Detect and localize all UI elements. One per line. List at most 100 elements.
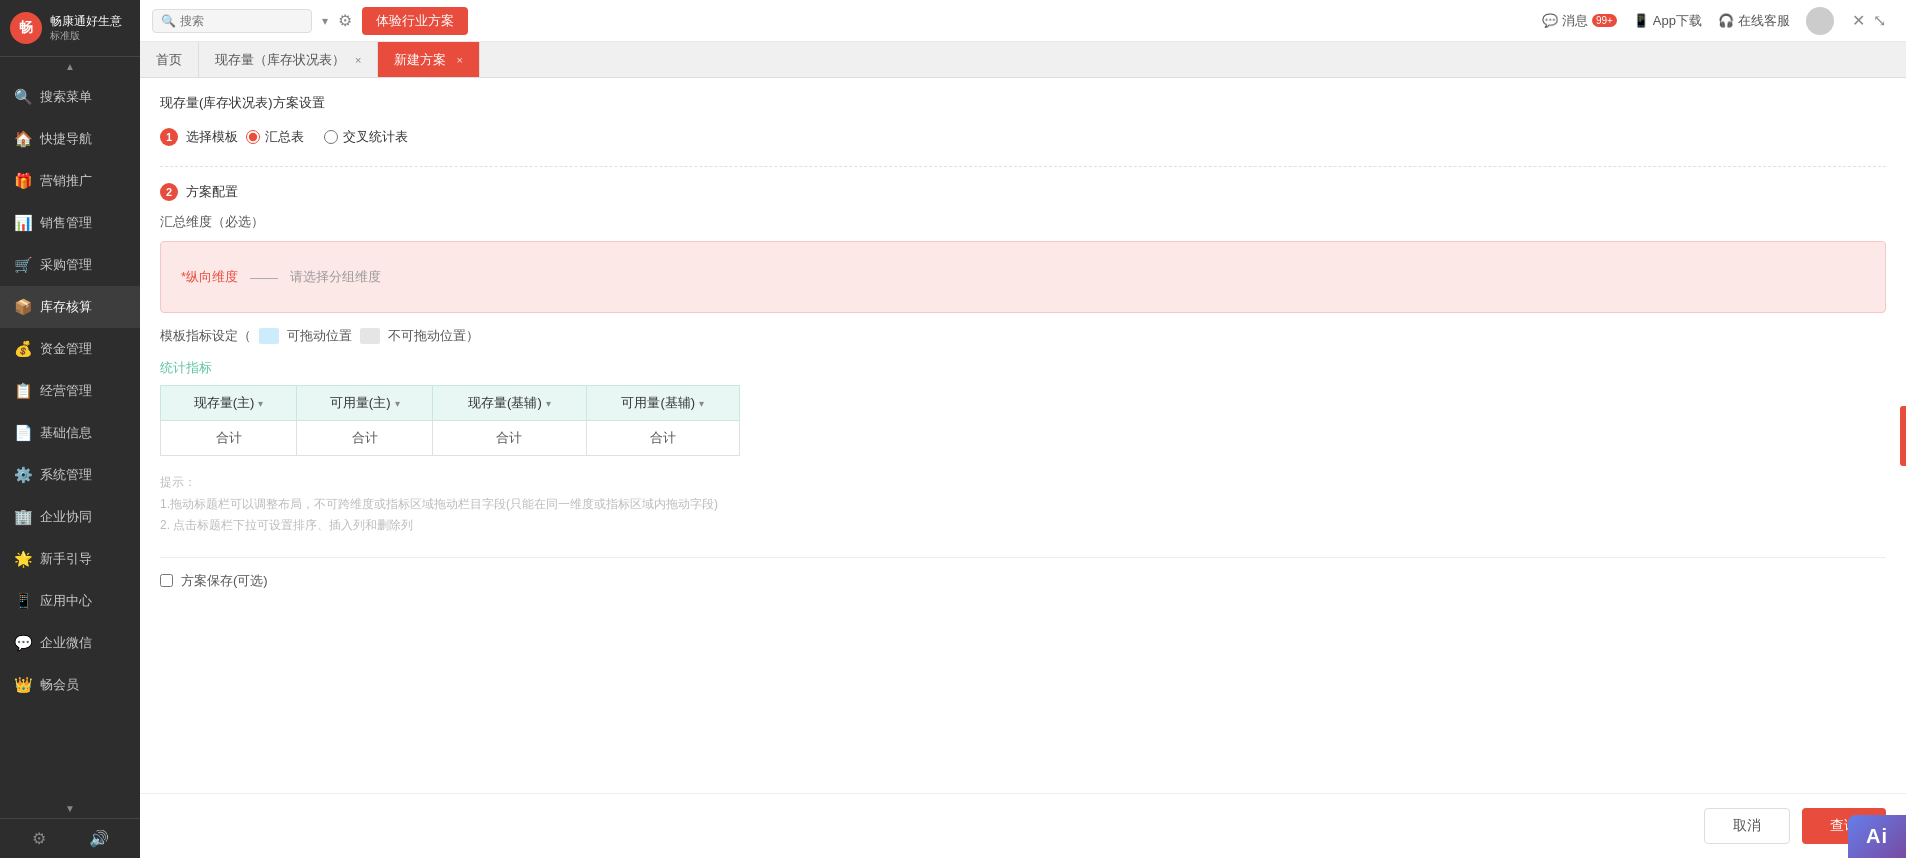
app-download-btn[interactable]: 📱 App下载 bbox=[1633, 12, 1702, 30]
sidebar-scroll-down[interactable]: ▼ bbox=[0, 799, 140, 818]
save-checkbox[interactable] bbox=[160, 574, 173, 587]
sidebar-item-search-menu[interactable]: 🔍 搜索菜单 bbox=[0, 76, 140, 118]
dimension-label: 汇总维度（必选） bbox=[160, 213, 1886, 231]
not-draggable-indicator-box bbox=[360, 328, 380, 344]
expand-window-btn[interactable]: ⤡ bbox=[1873, 11, 1886, 30]
sidebar-item-finance[interactable]: 💰 资金管理 bbox=[0, 328, 140, 370]
sidebar-item-new-guide[interactable]: 🌟 新手引导 bbox=[0, 538, 140, 580]
radio-cross-input[interactable] bbox=[324, 130, 338, 144]
col1-summary: 合计 bbox=[161, 421, 297, 456]
col2-header[interactable]: 可用量(主) ▾ bbox=[297, 386, 433, 421]
sidebar-item-app-center[interactable]: 📱 应用中心 bbox=[0, 580, 140, 622]
save-label: 方案保存(可选) bbox=[181, 572, 268, 590]
online-service-btn[interactable]: 🎧 在线客服 bbox=[1718, 12, 1790, 30]
vertical-dim-required: *纵向维度 bbox=[181, 268, 238, 286]
col4-header[interactable]: 可用量(基辅) ▾ bbox=[586, 386, 739, 421]
col3-dropdown-icon[interactable]: ▾ bbox=[546, 398, 551, 409]
divider-1 bbox=[160, 166, 1886, 167]
search-dropdown-icon[interactable]: ▾ bbox=[322, 14, 328, 28]
tab-inventory-close[interactable]: × bbox=[355, 54, 361, 66]
sidebar: 畅 畅康通好生意 标准版 ▲ 🔍 搜索菜单 🏠 快捷导航 🎁 营销推广 📊 销售… bbox=[0, 0, 140, 858]
dimension-area[interactable]: *纵向维度 —— 请选择分组维度 bbox=[160, 241, 1886, 313]
logo-text: 畅康通好生意 标准版 bbox=[50, 13, 122, 44]
stats-section: 统计指标 现存量(主) ▾ bbox=[160, 359, 1886, 456]
col1-header[interactable]: 现存量(主) ▾ bbox=[161, 386, 297, 421]
sidebar-item-management[interactable]: 📋 经营管理 bbox=[0, 370, 140, 412]
stats-summary-row: 合计 合计 合计 合计 bbox=[161, 421, 740, 456]
radio-summary[interactable]: 汇总表 bbox=[246, 128, 304, 146]
save-row: 方案保存(可选) bbox=[160, 557, 1886, 590]
col3-header-label: 现存量(基辅) bbox=[468, 394, 542, 412]
stats-label: 统计指标 bbox=[160, 359, 1886, 377]
cancel-button[interactable]: 取消 bbox=[1704, 808, 1790, 844]
col3-header[interactable]: 现存量(基辅) ▾ bbox=[433, 386, 586, 421]
topbar-right: 💬 消息 99+ 📱 App下载 🎧 在线客服 bbox=[1542, 7, 1834, 35]
sidebar-item-label: 营销推广 bbox=[40, 172, 92, 190]
tab-home[interactable]: 首页 bbox=[140, 42, 199, 77]
purchase-icon: 🛒 bbox=[14, 256, 32, 274]
sidebar-item-quick-nav[interactable]: 🏠 快捷导航 bbox=[0, 118, 140, 160]
stats-table: 现存量(主) ▾ 可用量(主) ▾ bbox=[160, 385, 740, 456]
draggable-indicator-box bbox=[259, 328, 279, 344]
trial-industry-btn[interactable]: 体验行业方案 bbox=[362, 7, 468, 35]
template-radio-group: 汇总表 交叉统计表 bbox=[246, 128, 408, 146]
audio-footer-btn[interactable]: 🔊 bbox=[89, 829, 109, 848]
sidebar-item-label: 库存核算 bbox=[40, 298, 92, 316]
sidebar-logo: 畅 畅康通好生意 标准版 bbox=[0, 0, 140, 57]
step2-section: 2 方案配置 汇总维度（必选） *纵向维度 —— 请选择分组维度 模板指标设定（… bbox=[160, 183, 1886, 537]
col4-dropdown-icon[interactable]: ▾ bbox=[699, 398, 704, 409]
enterprise-icon: 🏢 bbox=[14, 508, 32, 526]
sidebar-scroll-up[interactable]: ▲ bbox=[0, 57, 140, 76]
page-title: 现存量(库存状况表)方案设置 bbox=[160, 94, 1886, 112]
search-input[interactable] bbox=[180, 14, 303, 28]
sidebar-item-marketing[interactable]: 🎁 营销推广 bbox=[0, 160, 140, 202]
tip-2: 2. 点击标题栏下拉可设置排序、插入列和删除列 bbox=[160, 515, 1886, 537]
indicator-legend-row: 模板指标设定（ 可拖动位置 不可拖动位置） bbox=[160, 327, 1886, 345]
bottom-bar: 取消 查询 bbox=[140, 793, 1906, 858]
sidebar-item-basic-info[interactable]: 📄 基础信息 bbox=[0, 412, 140, 454]
sidebar-item-enterprise-wechat[interactable]: 💬 企业微信 bbox=[0, 622, 140, 664]
sidebar-item-label: 企业协同 bbox=[40, 508, 92, 526]
tab-new-plan[interactable]: 新建方案 × bbox=[378, 42, 479, 77]
sidebar-item-label: 企业微信 bbox=[40, 634, 92, 652]
sidebar-item-system[interactable]: ⚙️ 系统管理 bbox=[0, 454, 140, 496]
col2-header-label: 可用量(主) bbox=[330, 394, 391, 412]
search-bar[interactable]: 🔍 bbox=[152, 9, 312, 33]
col1-dropdown-icon[interactable]: ▾ bbox=[258, 398, 263, 409]
tab-inventory-status[interactable]: 现存量（库存状况表） × bbox=[199, 42, 378, 77]
sidebar-item-label: 采购管理 bbox=[40, 256, 92, 274]
user-avatar[interactable] bbox=[1806, 7, 1834, 35]
step2-header: 2 方案配置 bbox=[160, 183, 1886, 201]
radio-cross[interactable]: 交叉统计表 bbox=[324, 128, 408, 146]
step2-title: 方案配置 bbox=[186, 183, 238, 201]
settings-footer-btn[interactable]: ⚙ bbox=[32, 829, 46, 848]
messages-btn[interactable]: 💬 消息 99+ bbox=[1542, 12, 1617, 30]
tab-new-plan-close[interactable]: × bbox=[456, 54, 462, 66]
sidebar-item-vip[interactable]: 👑 畅会员 bbox=[0, 664, 140, 706]
sidebar-item-label: 系统管理 bbox=[40, 466, 92, 484]
headphone-icon: 🎧 bbox=[1718, 13, 1734, 28]
step1-header: 1 选择模板 汇总表 交叉统计表 bbox=[160, 128, 1886, 146]
ai-badge[interactable]: Ai bbox=[1848, 815, 1906, 858]
col2-dropdown-icon[interactable]: ▾ bbox=[395, 398, 400, 409]
col3-summary: 合计 bbox=[433, 421, 586, 456]
system-icon: ⚙️ bbox=[14, 466, 32, 484]
sidebar-item-inventory[interactable]: 📦 库存核算 bbox=[0, 286, 140, 328]
right-panel-handle[interactable] bbox=[1900, 406, 1906, 466]
close-window-btn[interactable]: ✕ bbox=[1852, 11, 1865, 30]
basic-info-icon: 📄 bbox=[14, 424, 32, 442]
sidebar-item-label: 畅会员 bbox=[40, 676, 79, 694]
col4-header-label: 可用量(基辅) bbox=[621, 394, 695, 412]
logo-icon: 畅 bbox=[10, 12, 42, 44]
sidebar-item-sales[interactable]: 📊 销售管理 bbox=[0, 202, 140, 244]
topbar-settings-icon[interactable]: ⚙ bbox=[338, 11, 352, 30]
radio-cross-label: 交叉统计表 bbox=[343, 128, 408, 146]
sidebar-item-enterprise[interactable]: 🏢 企业协同 bbox=[0, 496, 140, 538]
app-center-icon: 📱 bbox=[14, 592, 32, 610]
message-icon: 💬 bbox=[1542, 13, 1558, 28]
sidebar-nav: 🔍 搜索菜单 🏠 快捷导航 🎁 营销推广 📊 销售管理 🛒 采购管理 📦 库存核… bbox=[0, 76, 140, 799]
vertical-dim-arrow: —— bbox=[250, 269, 278, 285]
sidebar-item-purchase[interactable]: 🛒 采购管理 bbox=[0, 244, 140, 286]
radio-summary-input[interactable] bbox=[246, 130, 260, 144]
tab-inventory-label: 现存量（库存状况表） bbox=[215, 51, 345, 69]
